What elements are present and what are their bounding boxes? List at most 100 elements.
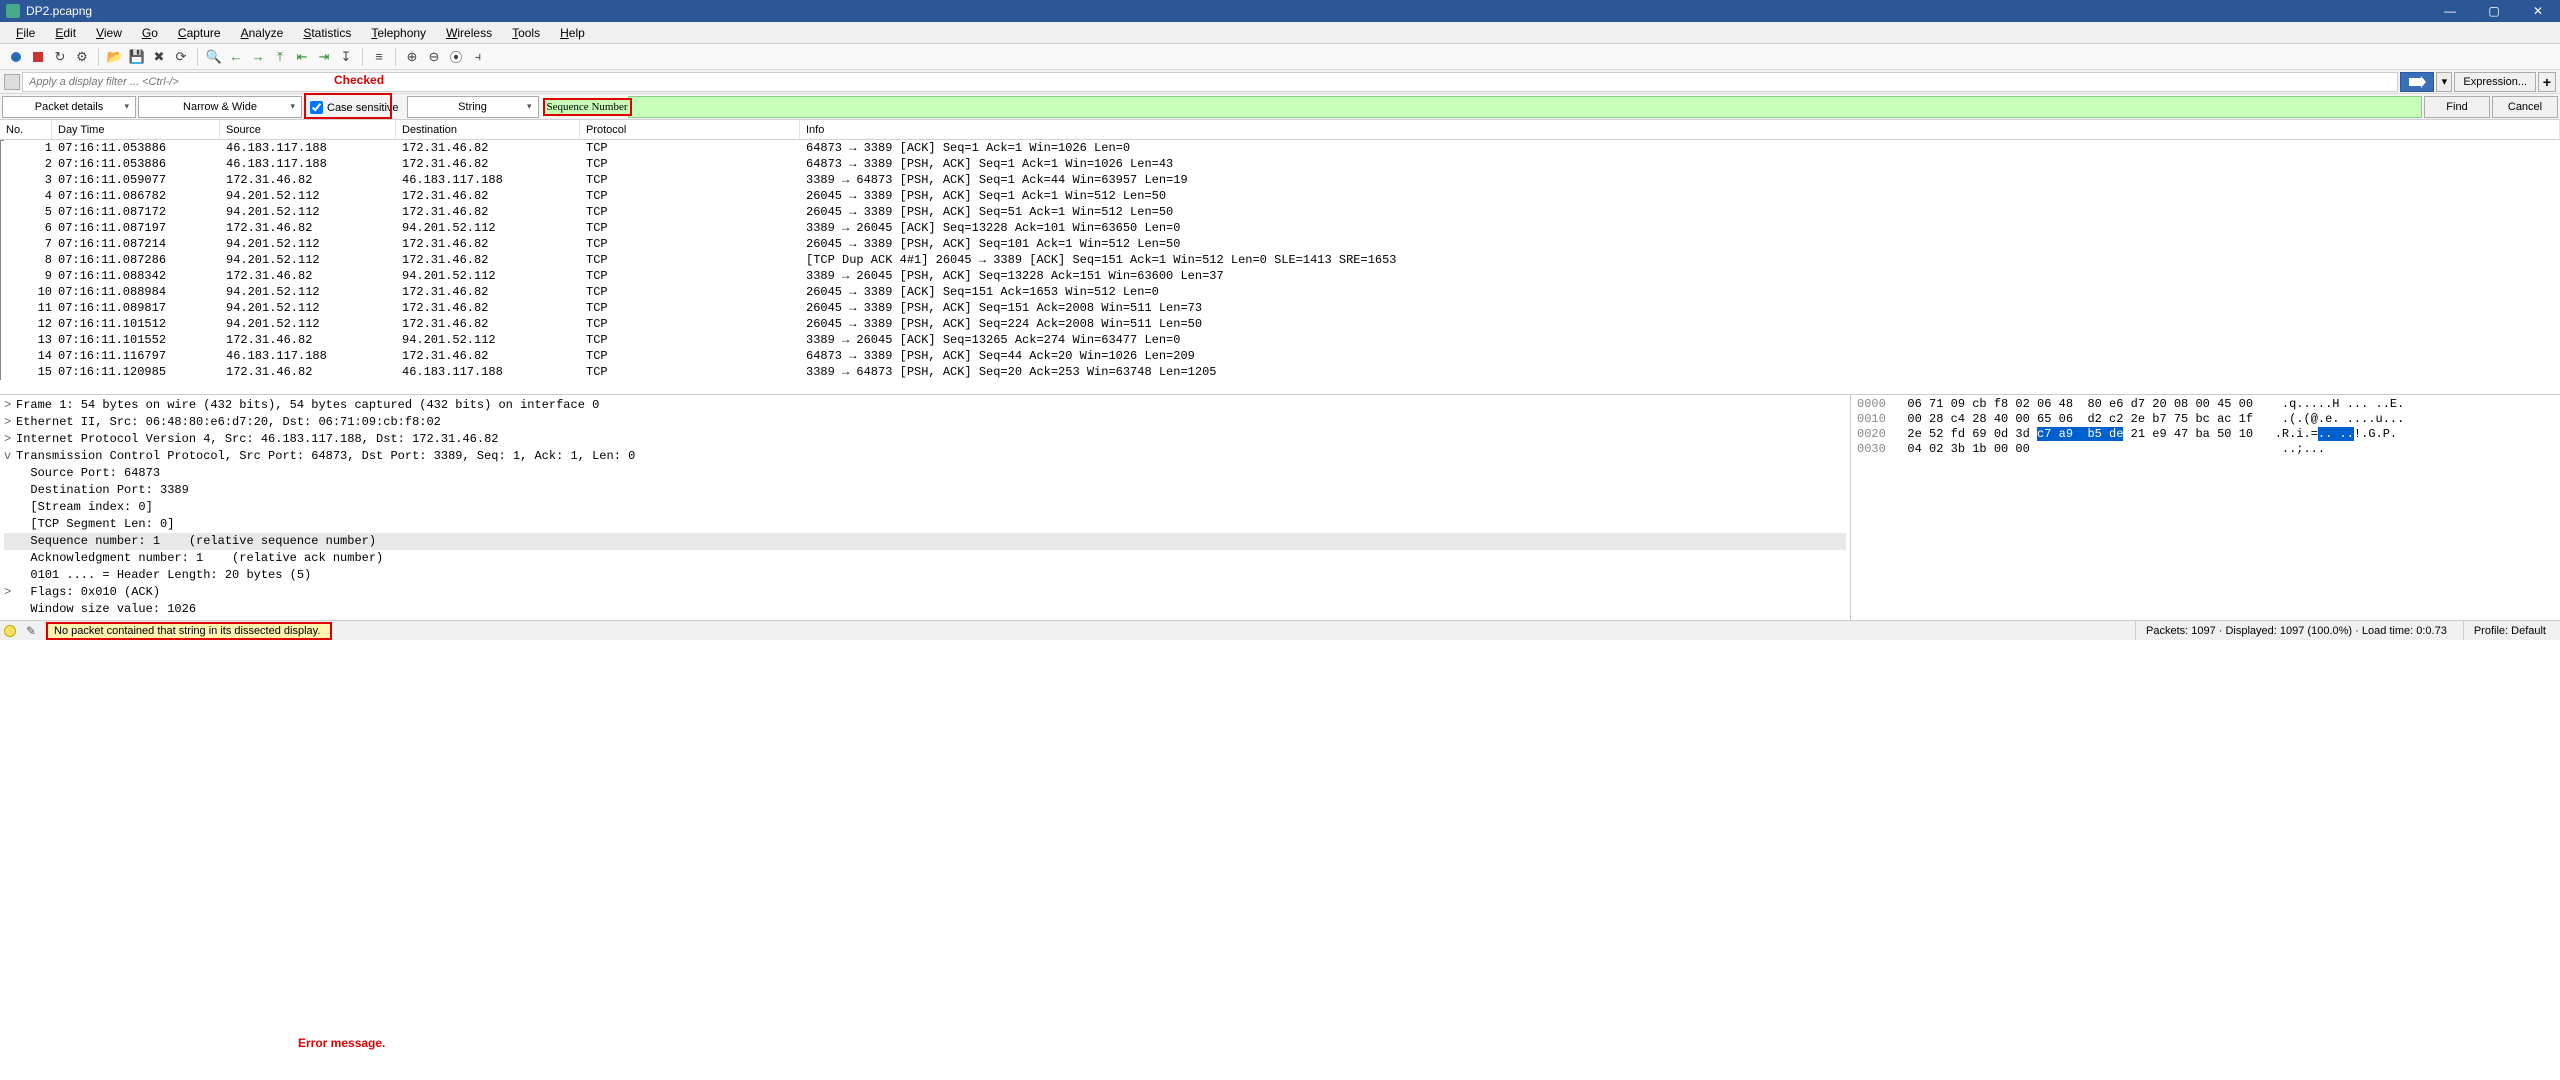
hex-row[interactable]: 0010 00 28 c4 28 40 00 65 06 d2 c2 2e b7… [1857, 412, 2554, 427]
packet-row[interactable]: 507:16:11.08717294.201.52.112172.31.46.8… [0, 204, 2560, 220]
packet-row[interactable]: 1107:16:11.08981794.201.52.112172.31.46.… [0, 300, 2560, 316]
tree-row[interactable]: >Frame 1: 54 bytes on wire (432 bits), 5… [4, 397, 1846, 414]
add-filter-button[interactable]: + [2538, 72, 2556, 92]
find-packet-icon[interactable]: 🔍 [204, 47, 224, 67]
menu-go[interactable]: Go [132, 24, 168, 42]
menu-analyze[interactable]: Analyze [231, 24, 294, 42]
packet-row[interactable]: 1507:16:11.120985172.31.46.8246.183.117.… [0, 364, 2560, 380]
menu-telephony[interactable]: Telephony [361, 24, 436, 42]
auto-scroll-icon[interactable]: ↧ [336, 47, 356, 67]
main-toolbar: ↻ ⚙ 📂 💾 ✖ ⟳ 🔍 ← → ⤒ ⇤ ⇥ ↧ ≡ ⊕ ⊖ ⦿ ⫞ [0, 44, 2560, 70]
go-first-icon[interactable]: ⇤ [292, 47, 312, 67]
go-back-icon[interactable]: ← [226, 47, 246, 67]
packet-list-header: No.Day TimeSourceDestinationProtocolInfo [0, 120, 2560, 140]
menu-bar: FileEditViewGoCaptureAnalyzeStatisticsTe… [0, 22, 2560, 44]
packet-row[interactable]: 1007:16:11.08898494.201.52.112172.31.46.… [0, 284, 2560, 300]
close-file-icon[interactable]: ✖ [149, 47, 169, 67]
bookmark-icon[interactable] [4, 74, 20, 90]
column-header[interactable]: Destination [396, 120, 580, 139]
zoom-reset-icon[interactable]: ⦿ [446, 47, 466, 67]
packet-row[interactable]: 1307:16:11.101552172.31.46.8294.201.52.1… [0, 332, 2560, 348]
packet-details-tree[interactable]: >Frame 1: 54 bytes on wire (432 bits), 5… [0, 395, 1850, 620]
tree-row[interactable]: 0101 .... = Header Length: 20 bytes (5) [4, 567, 1846, 584]
menu-tools[interactable]: Tools [502, 24, 550, 42]
tree-row[interactable]: Destination Port: 3389 [4, 482, 1846, 499]
toolbar-separator [197, 48, 198, 66]
packet-row[interactable]: 707:16:11.08721494.201.52.112172.31.46.8… [0, 236, 2560, 252]
apply-filter-button[interactable] [2400, 72, 2434, 92]
search-charwidth-dropdown[interactable]: Narrow & Wide▾ [138, 96, 302, 118]
maximize-button[interactable]: ▢ [2472, 0, 2516, 22]
menu-help[interactable]: Help [550, 24, 595, 42]
title-bar: DP2.pcapng ― ▢ ✕ [0, 0, 2560, 22]
app-icon [6, 4, 20, 18]
search-type-dropdown[interactable]: String▾ [407, 96, 539, 118]
cancel-button[interactable]: Cancel [2492, 96, 2558, 118]
expression-button[interactable]: Expression... [2454, 72, 2536, 92]
open-file-icon[interactable]: 📂 [105, 47, 125, 67]
tree-row[interactable]: Source Port: 64873 [4, 465, 1846, 482]
tree-row[interactable]: Sequence number: 1 (relative sequence nu… [4, 533, 1846, 550]
stop-capture-icon[interactable] [28, 47, 48, 67]
packet-row[interactable]: 1407:16:11.11679746.183.117.188172.31.46… [0, 348, 2560, 364]
annotation-checked: Checked [334, 73, 384, 87]
go-last-icon[interactable]: ⇥ [314, 47, 334, 67]
start-capture-icon[interactable] [6, 47, 26, 67]
tree-row[interactable]: vTransmission Control Protocol, Src Port… [4, 448, 1846, 465]
packet-bytes-hex[interactable]: 0000 06 71 09 cb f8 02 06 48 80 e6 d7 20… [1850, 395, 2560, 620]
menu-file[interactable]: File [6, 24, 45, 42]
packet-row[interactable]: 907:16:11.088342172.31.46.8294.201.52.11… [0, 268, 2560, 284]
column-header[interactable]: Protocol [580, 120, 800, 139]
edit-capture-comment-icon[interactable]: ✎ [22, 622, 40, 640]
toolbar-separator [98, 48, 99, 66]
menu-capture[interactable]: Capture [168, 24, 231, 42]
tree-row[interactable]: [TCP Segment Len: 0] [4, 516, 1846, 533]
status-packets: Packets: 1097 · Displayed: 1097 (100.0%)… [2135, 621, 2457, 640]
find-button[interactable]: Find [2424, 96, 2490, 118]
packet-row[interactable]: 107:16:11.05388646.183.117.188172.31.46.… [0, 140, 2560, 156]
filter-history-dropdown[interactable]: ▾ [2436, 72, 2452, 92]
tree-row[interactable]: Window size value: 1026 [4, 601, 1846, 618]
case-sensitive-checkbox[interactable]: Case sensitive [304, 96, 405, 118]
zoom-out-icon[interactable]: ⊖ [424, 47, 444, 67]
detail-panes: >Frame 1: 54 bytes on wire (432 bits), 5… [0, 394, 2560, 620]
go-forward-icon[interactable]: → [248, 47, 268, 67]
packet-row[interactable]: 207:16:11.05388646.183.117.188172.31.46.… [0, 156, 2560, 172]
status-profile[interactable]: Profile: Default [2463, 621, 2556, 640]
menu-view[interactable]: View [86, 24, 132, 42]
menu-statistics[interactable]: Statistics [293, 24, 361, 42]
packet-list[interactable]: 107:16:11.05388646.183.117.188172.31.46.… [0, 140, 2560, 394]
zoom-in-icon[interactable]: ⊕ [402, 47, 422, 67]
search-scope-dropdown[interactable]: Packet details▾ [2, 96, 136, 118]
packet-row[interactable]: 807:16:11.08728694.201.52.112172.31.46.8… [0, 252, 2560, 268]
capture-options-icon[interactable]: ⚙ [72, 47, 92, 67]
packet-row[interactable]: 1207:16:11.10151294.201.52.112172.31.46.… [0, 316, 2560, 332]
save-file-icon[interactable]: 💾 [127, 47, 147, 67]
packet-row[interactable]: 307:16:11.059077172.31.46.8246.183.117.1… [0, 172, 2560, 188]
column-header[interactable]: No. [0, 120, 52, 139]
colorize-icon[interactable]: ≡ [369, 47, 389, 67]
search-query-input[interactable] [628, 96, 2423, 118]
column-header[interactable]: Day Time [52, 120, 220, 139]
expert-info-icon[interactable] [4, 625, 16, 637]
reload-icon[interactable]: ⟳ [171, 47, 191, 67]
tree-row[interactable]: >Ethernet II, Src: 06:48:80:e6:d7:20, Ds… [4, 414, 1846, 431]
tree-row[interactable]: >Internet Protocol Version 4, Src: 46.18… [4, 431, 1846, 448]
tree-row[interactable]: [Stream index: 0] [4, 499, 1846, 516]
menu-wireless[interactable]: Wireless [436, 24, 502, 42]
go-to-packet-icon[interactable]: ⤒ [270, 47, 290, 67]
minimize-button[interactable]: ― [2428, 0, 2472, 22]
resize-columns-icon[interactable]: ⫞ [468, 47, 488, 67]
close-button[interactable]: ✕ [2516, 0, 2560, 22]
column-header[interactable]: Source [220, 120, 396, 139]
tree-row[interactable]: Acknowledgment number: 1 (relative ack n… [4, 550, 1846, 567]
hex-row[interactable]: 0030 04 02 3b 1b 00 00 ..;... [1857, 442, 2554, 457]
hex-row[interactable]: 0000 06 71 09 cb f8 02 06 48 80 e6 d7 20… [1857, 397, 2554, 412]
column-header[interactable]: Info [800, 120, 2560, 139]
tree-row[interactable]: > Flags: 0x010 (ACK) [4, 584, 1846, 601]
packet-row[interactable]: 607:16:11.087197172.31.46.8294.201.52.11… [0, 220, 2560, 236]
restart-capture-icon[interactable]: ↻ [50, 47, 70, 67]
packet-row[interactable]: 407:16:11.08678294.201.52.112172.31.46.8… [0, 188, 2560, 204]
menu-edit[interactable]: Edit [45, 24, 86, 42]
hex-row[interactable]: 0020 2e 52 fd 69 0d 3d c7 a9 b5 de 21 e9… [1857, 427, 2554, 442]
